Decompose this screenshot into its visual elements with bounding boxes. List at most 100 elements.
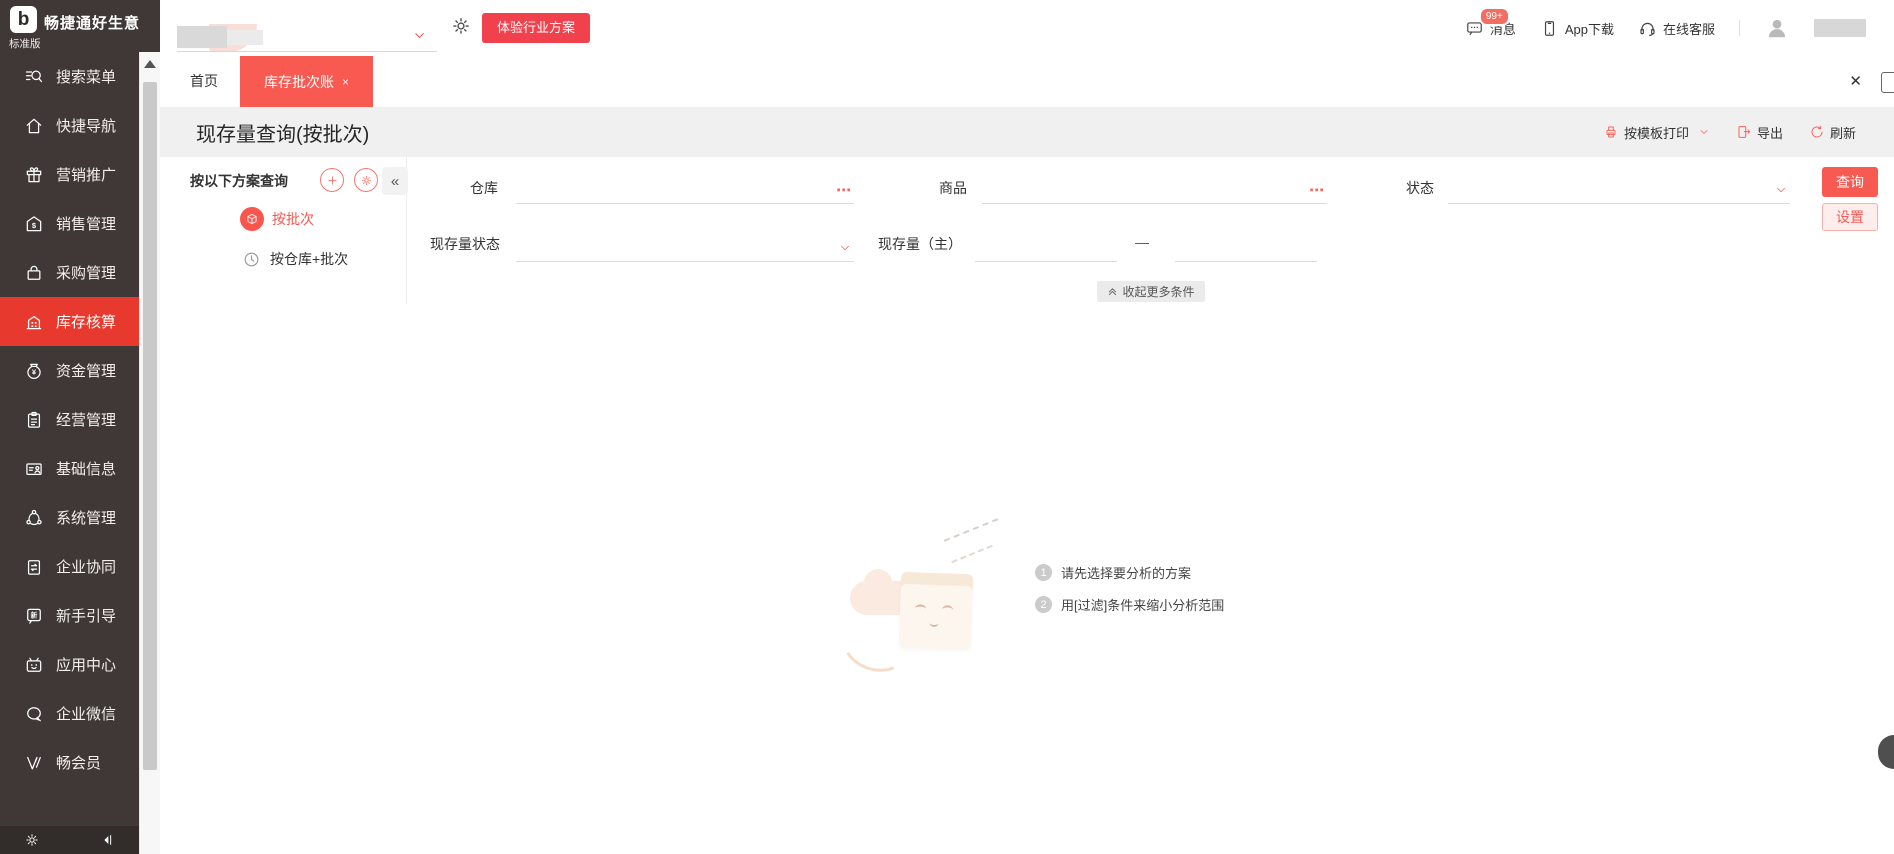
scrollbar-thumb[interactable]: [143, 82, 157, 770]
floating-widget-handle[interactable]: [1878, 735, 1894, 769]
sidebar-item-label: 搜索菜单: [56, 69, 117, 86]
svg-text:新: 新: [31, 610, 38, 619]
sidebar-item-funds[interactable]: ¥ 资金管理: [0, 346, 139, 395]
settings-button[interactable]: 设置: [1822, 203, 1878, 231]
app-download-button[interactable]: App下载: [1540, 19, 1614, 38]
sidebar-item-inventory[interactable]: 库存核算: [0, 297, 139, 346]
sidebar-item-collaboration[interactable]: 企业协同: [0, 542, 139, 591]
scheme-item-by-batch[interactable]: 按批次: [240, 207, 314, 231]
shopping-bag-icon: [24, 263, 44, 283]
export-icon: [1738, 126, 1751, 138]
illus-mouth: [929, 618, 939, 628]
brand-name: 畅捷通好生意: [44, 15, 141, 32]
sidebar-item-label: 快捷导航: [56, 118, 117, 135]
chevron-down-icon[interactable]: [838, 241, 852, 255]
svg-text:$: $: [32, 220, 37, 229]
sidebar-item-search-menu[interactable]: 搜索菜单: [0, 52, 139, 101]
redacted-org-name-2: [227, 30, 263, 45]
chevron-down-icon: [412, 28, 427, 43]
scheme-panel-title: 按以下方案查询: [190, 173, 288, 189]
status-select[interactable]: [1448, 159, 1790, 204]
illus-box: [898, 571, 974, 651]
id-card-icon: [24, 459, 44, 479]
illus-dashes: [951, 544, 993, 564]
chat-bubble-icon: [24, 704, 44, 724]
scheme-item-by-warehouse-batch[interactable]: 按仓库+批次: [242, 249, 348, 269]
printer-icon: [1606, 126, 1616, 138]
scheme-item-label: 按批次: [272, 211, 314, 227]
tab-home[interactable]: 首页: [190, 56, 218, 107]
brand-edition-badge: 标准版: [9, 38, 41, 50]
add-scheme-button[interactable]: [320, 168, 344, 192]
stock-status-select[interactable]: [516, 217, 854, 262]
network-icon: [24, 508, 44, 528]
sidebar-item-app-center[interactable]: 应用中心: [0, 640, 139, 689]
refresh-icon: [1811, 125, 1823, 138]
top-header: 体验行业方案 消息 99+ App下载 在线客服: [160, 0, 1894, 56]
redacted-user-name: [1814, 19, 1866, 37]
sidebar-item-beginner-guide[interactable]: 新 新手引导: [0, 591, 139, 640]
query-button[interactable]: 查询: [1822, 167, 1878, 197]
print-by-template-button[interactable]: 按模板打印: [1603, 123, 1710, 142]
sidebar-item-quick-nav[interactable]: 快捷导航: [0, 101, 139, 150]
redacted-org-name: [177, 26, 227, 48]
sidebar-item-base-info[interactable]: 基础信息: [0, 444, 139, 493]
sidebar-item-purchase[interactable]: 采购管理: [0, 248, 139, 297]
sidebar-item-label: 营销推广: [56, 167, 117, 184]
home-icon: [24, 116, 44, 136]
step-2-badge: 2: [1035, 596, 1052, 613]
money-bag-icon: ¥: [24, 361, 44, 381]
tab-inventory-batch[interactable]: 库存批次账 ×: [240, 56, 373, 107]
warehouse-input[interactable]: ⋯: [516, 159, 854, 204]
collapse-panel-button[interactable]: «: [382, 167, 408, 195]
tv-smiley-icon: [24, 655, 44, 675]
scheme-settings-button[interactable]: [354, 168, 378, 192]
header-gear-icon[interactable]: [450, 15, 472, 37]
illus-eye: [914, 604, 927, 614]
sidebar-item-label: 库存核算: [56, 314, 117, 331]
goods-label: 商品: [939, 180, 967, 196]
double-chevron-left-icon: «: [390, 172, 400, 190]
export-label: 导出: [1756, 125, 1783, 141]
sales-house-icon: $: [24, 214, 44, 234]
page-title-bar: 现存量查询(按批次) 按模板打印 导出 刷新: [160, 107, 1894, 157]
sidebar-item-member[interactable]: 畅会员: [0, 738, 139, 787]
collapse-more-filters-button[interactable]: 收起更多条件: [1096, 281, 1205, 302]
empty-state-steps: 1 请先选择要分析的方案 2 用[过滤]条件来缩小分析范围: [1035, 563, 1224, 627]
clipboard-icon: [24, 410, 44, 430]
clock-icon: [244, 252, 259, 266]
filter-form: 仓库 ⋯ 商品 ⋯ 状态 现存量状态 现存量（主） — 收起更多条件: [407, 157, 1894, 303]
online-service-button[interactable]: 在线客服: [1638, 19, 1715, 38]
tab-list-toggle-icon[interactable]: [1881, 72, 1894, 93]
refresh-label: 刷新: [1829, 125, 1856, 141]
sidebar-item-system[interactable]: 系统管理: [0, 493, 139, 542]
illus-eye: [941, 605, 954, 615]
org-selector[interactable]: [177, 0, 462, 52]
headset-icon: [1638, 19, 1657, 38]
ellipsis-picker-icon[interactable]: ⋯: [1309, 181, 1325, 199]
sidebar-collapse-icon[interactable]: [99, 832, 115, 848]
export-button[interactable]: 导出: [1736, 123, 1783, 142]
stock-qty-max-input[interactable]: [1175, 217, 1317, 262]
sidebar-item-label: 资金管理: [56, 363, 117, 380]
brand-logo-icon: b: [10, 6, 37, 33]
refresh-button[interactable]: 刷新: [1809, 123, 1856, 142]
goods-input[interactable]: ⋯: [982, 159, 1327, 204]
close-panel-icon[interactable]: ✕: [1849, 56, 1862, 107]
user-avatar[interactable]: [1764, 15, 1790, 41]
range-dash: —: [1135, 234, 1149, 250]
scroll-up-arrow[interactable]: [144, 60, 156, 68]
messages-button[interactable]: 消息 99+: [1465, 6, 1516, 38]
sidebar-item-sales[interactable]: $ 销售管理: [0, 199, 139, 248]
sidebar-item-marketing[interactable]: 营销推广: [0, 150, 139, 199]
settings-gear-icon[interactable]: [24, 832, 40, 848]
ellipsis-picker-icon[interactable]: ⋯: [836, 181, 852, 199]
stock-qty-min-input[interactable]: [975, 217, 1117, 262]
step-row-1: 1 请先选择要分析的方案: [1035, 563, 1224, 582]
sidebar-item-wechat-work[interactable]: 企业微信: [0, 689, 139, 738]
tab-close-icon[interactable]: ×: [342, 75, 349, 89]
experience-solution-button[interactable]: 体验行业方案: [482, 13, 591, 43]
sidebar-item-operations[interactable]: 经营管理: [0, 395, 139, 444]
header-right-group: 消息 99+ App下载 在线客服: [1465, 0, 1866, 56]
chevron-down-icon[interactable]: [1774, 183, 1788, 197]
